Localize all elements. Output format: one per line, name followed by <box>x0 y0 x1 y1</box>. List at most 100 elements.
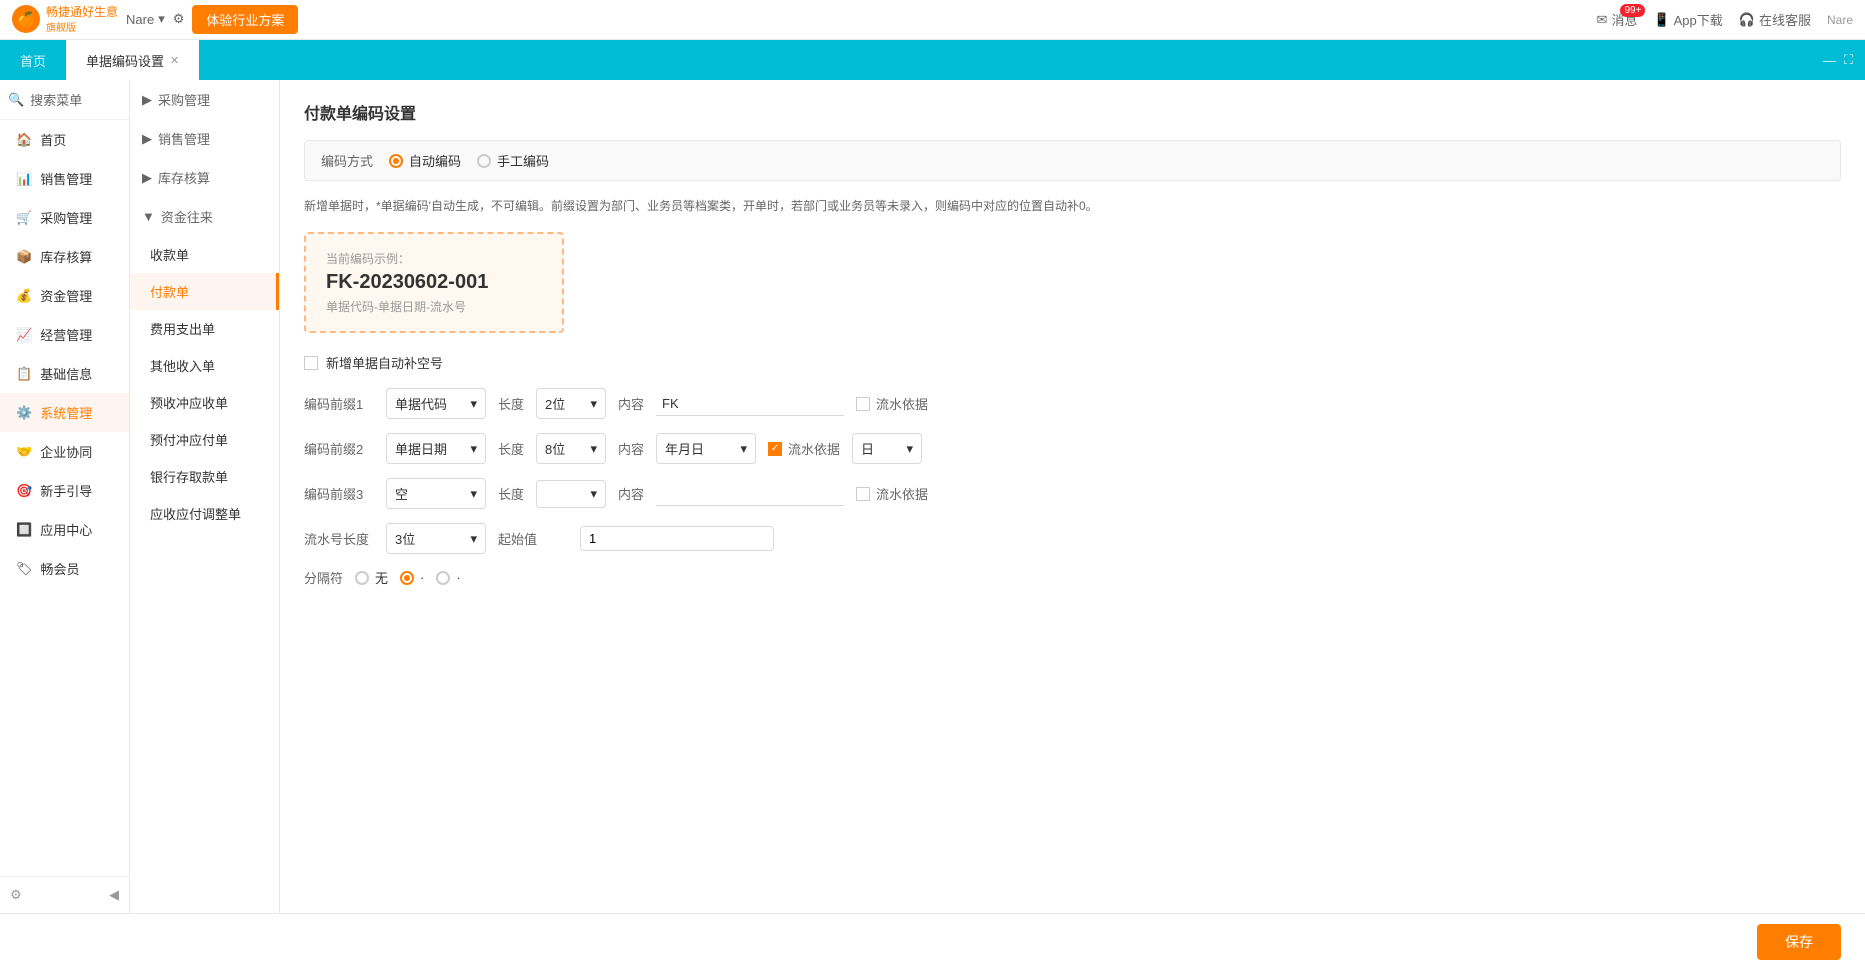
sidebar-item-inventory[interactable]: 📦 库存核算 <box>0 237 129 276</box>
auto-fill-checkbox[interactable] <box>304 356 318 370</box>
mid-nav-item-advance-offset[interactable]: 预付冲应付单 <box>130 421 279 458</box>
arrow-right-icon-3: ▶ <box>142 170 152 186</box>
auto-fill-label: 新增单据自动补空号 <box>326 353 443 372</box>
operations-icon: 📈 <box>16 327 32 343</box>
radio-manual[interactable]: 手工编码 <box>477 151 549 170</box>
mid-nav-group-inventory: ▶ 库存核算 <box>130 158 279 197</box>
sidebar-item-purchase[interactable]: 🛒 采购管理 <box>0 198 129 237</box>
prefix-2-label: 编码前缀2 <box>304 439 374 458</box>
mid-nav-item-payment[interactable]: 付款单 <box>130 273 279 310</box>
sidebar-item-basic-info[interactable]: 📋 基础信息 <box>0 354 129 393</box>
sidebar-item-enterprise[interactable]: 🤝 企业协同 <box>0 432 129 471</box>
tab-action-icons: — ⛶ <box>1823 52 1865 68</box>
length-2-arrow: ▾ <box>590 441 597 457</box>
length-1-value: 2位 <box>545 394 565 413</box>
mid-nav-group-inventory-title[interactable]: ▶ 库存核算 <box>130 158 279 197</box>
company-name: Nare <box>126 12 154 27</box>
save-button[interactable]: 保存 <box>1757 924 1841 960</box>
prefix-3-select[interactable]: 空 ▾ <box>386 478 486 509</box>
mid-nav-item-bank[interactable]: 银行存取款单 <box>130 458 279 495</box>
mid-nav-group-capital: ▼ 资金往来 收款单 付款单 费用支出单 其他收入单 预收冲应收单 预付冲应付单… <box>130 197 279 532</box>
sidebar-item-sales[interactable]: 📊 销售管理 <box>0 159 129 198</box>
mid-nav-group-purchase: ▶ 采购管理 <box>130 80 279 119</box>
sep-none-circle <box>355 571 369 585</box>
prefix-3-label: 编码前缀3 <box>304 484 374 503</box>
auto-fill-row: 新增单据自动补空号 <box>304 353 1841 372</box>
watermark-3-label: 流水依据 <box>876 484 928 503</box>
mid-nav-item-ar-ap-adjust[interactable]: 应收应付调整单 <box>130 495 279 532</box>
content-area: 付款单编码设置 编码方式 自动编码 手工编码 新增单据时，*单据编码'自动生成，… <box>280 80 1865 913</box>
logo-sub-text: 旗舰版 <box>46 19 118 34</box>
sidebar-search[interactable]: 🔍 搜索菜单 <box>0 80 129 120</box>
sidebar-item-home-label: 首页 <box>40 130 66 149</box>
app-download-button[interactable]: 📱 App下载 <box>1653 10 1722 29</box>
prefix-2-select[interactable]: 单据日期 ▾ <box>386 433 486 464</box>
separator-label: 分隔符 <box>304 568 343 587</box>
message-button[interactable]: ✉ 消息 99+ <box>1597 10 1638 29</box>
watermark-2-group: ✓ 流水依据 <box>768 439 840 458</box>
content-2-value: 年月日 <box>665 439 704 458</box>
sep-none[interactable]: 无 <box>355 568 388 587</box>
watermark-1-checkbox[interactable] <box>856 397 870 411</box>
serial-length-select[interactable]: 3位 ▾ <box>386 523 486 554</box>
content-2-select[interactable]: 年月日 ▾ <box>656 433 756 464</box>
arrow-down-icon: ▼ <box>142 209 155 224</box>
content-1-input[interactable] <box>656 392 844 416</box>
tab-home[interactable]: 首页 <box>0 40 66 80</box>
sidebar-item-guide[interactable]: 🎯 新手引导 <box>0 471 129 510</box>
message-icon: ✉ <box>1597 12 1608 28</box>
purchase-icon: 🛒 <box>16 210 32 226</box>
maximize-icon[interactable]: ⛶ <box>1844 52 1853 68</box>
sidebar-item-operations-label: 经营管理 <box>40 325 92 344</box>
tab-close-icon[interactable]: ✕ <box>170 54 179 67</box>
arrow-right-icon: ▶ <box>142 92 152 108</box>
collapse-icon[interactable]: ◀ <box>109 887 119 903</box>
watermark-2-checkbox[interactable]: ✓ <box>768 442 782 456</box>
content-3-input[interactable] <box>656 482 844 506</box>
length-1-select[interactable]: 2位 ▾ <box>536 388 606 419</box>
online-service-button[interactable]: 🎧 在线客服 <box>1739 10 1811 29</box>
sep-dot[interactable]: · <box>400 570 424 585</box>
mid-nav: ▶ 采购管理 ▶ 销售管理 ▶ 库存核算 ▼ 资金往来 收款单 付款单 费用支出… <box>130 80 280 913</box>
sidebar-item-finance[interactable]: 💰 资金管理 <box>0 276 129 315</box>
content-2-label: 内容 <box>618 439 644 458</box>
sidebar-item-home[interactable]: 🏠 首页 <box>0 120 129 159</box>
sep-dash[interactable]: · <box>436 570 460 585</box>
tab-encoding-label: 单据编码设置 <box>86 51 164 70</box>
chevron-down-icon: ▾ <box>158 11 165 27</box>
tab-encoding-settings[interactable]: 单据编码设置 ✕ <box>66 40 199 80</box>
sidebar-bottom: ⚙ ◀ <box>0 876 129 913</box>
mid-nav-item-receipt[interactable]: 收款单 <box>130 236 279 273</box>
prefix-row-1: 编码前缀1 单据代码 ▾ 长度 2位 ▾ 内容 流水依据 <box>304 388 1841 419</box>
enterprise-icon: 🤝 <box>16 444 32 460</box>
mid-nav-item-prepay-offset[interactable]: 预收冲应收单 <box>130 384 279 421</box>
start-value-input[interactable] <box>580 526 774 551</box>
day-arrow: ▾ <box>907 441 914 457</box>
inventory-icon: 📦 <box>16 249 32 265</box>
company-selector[interactable]: Nare ▾ <box>126 11 165 27</box>
length-2-select[interactable]: 8位 ▾ <box>536 433 606 464</box>
watermark-2-label: 流水依据 <box>788 439 840 458</box>
settings-bottom-icon[interactable]: ⚙ <box>10 887 22 903</box>
sidebar-item-member[interactable]: 🏷 畅会员 <box>0 549 129 588</box>
mid-nav-group-capital-title[interactable]: ▼ 资金往来 <box>130 197 279 236</box>
watermark-3-checkbox[interactable] <box>856 487 870 501</box>
radio-auto[interactable]: 自动编码 <box>389 151 461 170</box>
prefix-1-select[interactable]: 单据代码 ▾ <box>386 388 486 419</box>
serial-length-value: 3位 <box>395 529 415 548</box>
mid-nav-group-sales-title[interactable]: ▶ 销售管理 <box>130 119 279 158</box>
length-3-select[interactable]: ▾ <box>536 480 606 508</box>
length-2-value: 8位 <box>545 439 565 458</box>
sidebar-item-operations[interactable]: 📈 经营管理 <box>0 315 129 354</box>
day-select[interactable]: 日 ▾ <box>852 433 922 464</box>
mid-nav-group-purchase-title[interactable]: ▶ 采购管理 <box>130 80 279 119</box>
mid-nav-item-other-income[interactable]: 其他收入单 <box>130 347 279 384</box>
sidebar-item-system[interactable]: ⚙️ 系统管理 <box>0 393 129 432</box>
mid-nav-item-expense[interactable]: 费用支出单 <box>130 310 279 347</box>
experience-button[interactable]: 体验行业方案 <box>192 5 298 34</box>
start-value-label: 起始值 <box>498 529 568 548</box>
minimize-icon[interactable]: — <box>1823 53 1836 68</box>
settings-icon[interactable]: ⚙ <box>173 11 185 27</box>
sidebar-item-app-center[interactable]: 🔲 应用中心 <box>0 510 129 549</box>
watermark-3-group: 流水依据 <box>856 484 928 503</box>
